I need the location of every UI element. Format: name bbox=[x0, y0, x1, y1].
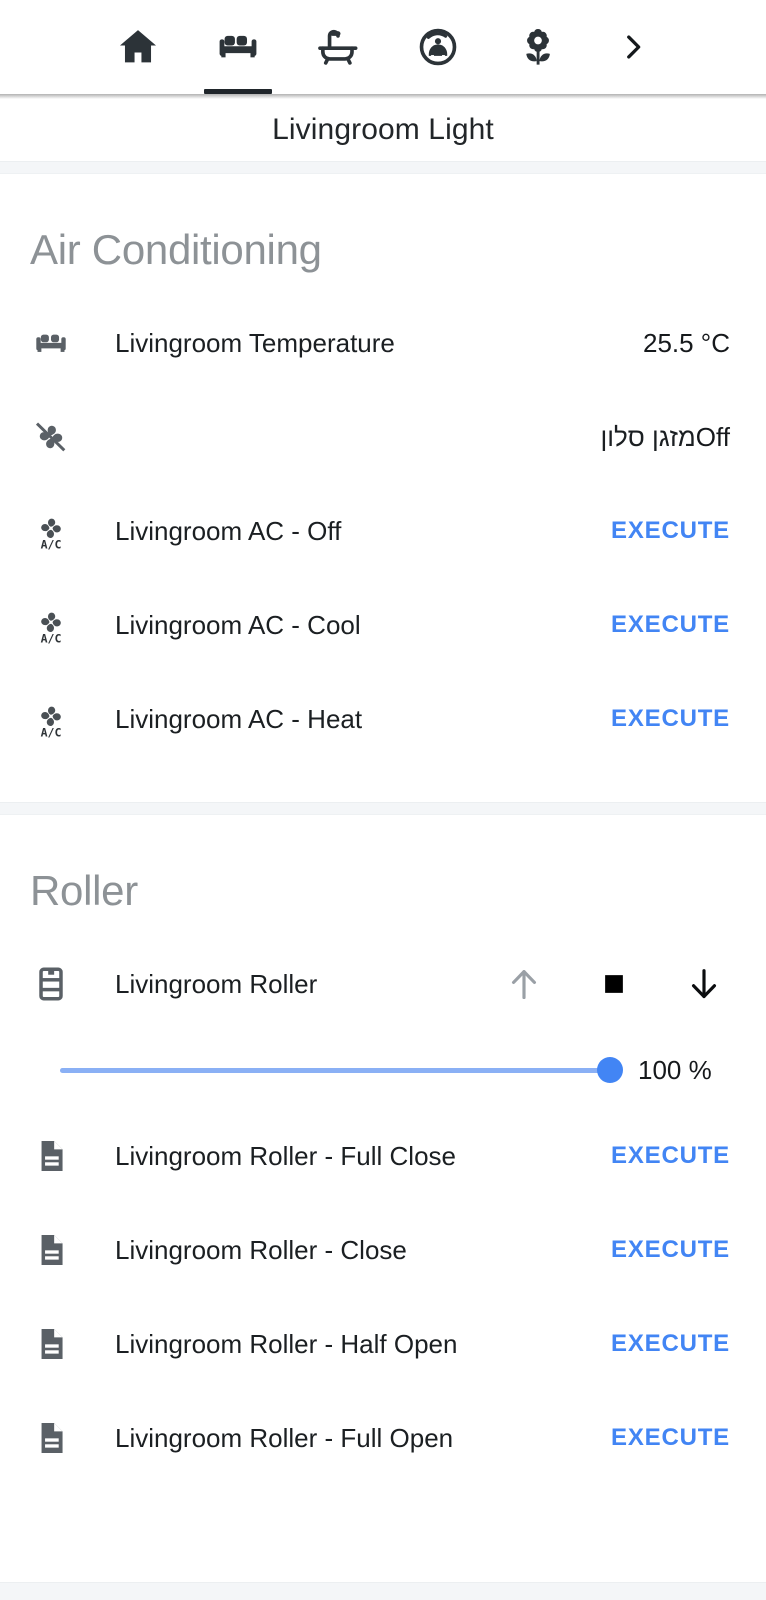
entity-row-value: 25.5 °C bbox=[642, 327, 730, 358]
script-row-roller-close[interactable]: Livingroom Roller - Close EXECUTE bbox=[0, 1203, 766, 1297]
tab-selected-indicator bbox=[204, 89, 272, 94]
entity-row-label: מזגן סלון bbox=[600, 421, 696, 452]
script-row-label: Livingroom AC - Cool bbox=[115, 609, 361, 640]
sofa-icon bbox=[30, 322, 88, 364]
tab-vacuum[interactable] bbox=[388, 0, 488, 94]
slider-value-label: 100 % bbox=[638, 1054, 712, 1085]
execute-button[interactable]: EXECUTE bbox=[611, 611, 730, 639]
cover-position-slider-row: 100 % bbox=[0, 1031, 766, 1109]
script-row-label: Livingroom AC - Heat bbox=[115, 703, 363, 734]
card-title-air-conditioning: Air Conditioning bbox=[30, 226, 322, 273]
script-row-label: Livingroom Roller - Full Close bbox=[115, 1140, 456, 1171]
section-divider-bottom bbox=[0, 1582, 766, 1600]
execute-button[interactable]: EXECUTE bbox=[611, 1142, 730, 1170]
section-divider-middle bbox=[0, 802, 766, 815]
cover-stop-button[interactable] bbox=[592, 962, 636, 1006]
cover-controls bbox=[502, 962, 730, 1006]
execute-button[interactable]: EXECUTE bbox=[611, 1330, 730, 1358]
slider-thumb[interactable] bbox=[597, 1057, 623, 1083]
flower-icon bbox=[515, 24, 561, 70]
tab-home[interactable] bbox=[88, 0, 188, 94]
ac-icon: A/C bbox=[30, 698, 88, 740]
execute-button[interactable]: EXECUTE bbox=[611, 1236, 730, 1264]
page-title: Livingroom Light bbox=[272, 113, 494, 146]
sofa-icon bbox=[215, 24, 261, 70]
bathtub-icon bbox=[315, 24, 361, 70]
script-row-label: Livingroom AC - Off bbox=[115, 515, 342, 546]
tab-garden[interactable] bbox=[488, 0, 588, 94]
entity-row-value: Off bbox=[695, 421, 730, 452]
entity-row-livingroom-temperature[interactable]: Livingroom Temperature 25.5 °C bbox=[0, 296, 766, 390]
section-divider-top bbox=[0, 161, 766, 174]
script-row-ac-off[interactable]: A/C Livingroom AC - Off EXECUTE bbox=[0, 484, 766, 578]
script-row-roller-half-open[interactable]: Livingroom Roller - Half Open EXECUTE bbox=[0, 1297, 766, 1391]
card-air-conditioning: Air Conditioning Livingroom Temperature … bbox=[0, 174, 766, 802]
cover-up-button[interactable] bbox=[502, 962, 546, 1006]
entity-row-ac-state[interactable]: מזגן סלון Off bbox=[0, 390, 766, 484]
script-icon bbox=[30, 1135, 88, 1177]
script-row-label: Livingroom Roller - Half Open bbox=[115, 1328, 458, 1359]
script-icon bbox=[30, 1323, 88, 1365]
script-row-roller-full-open[interactable]: Livingroom Roller - Full Open EXECUTE bbox=[0, 1391, 766, 1485]
tab-bathroom[interactable] bbox=[288, 0, 388, 94]
card-roller: Roller Livingroom Roller 100 % Livingroo… bbox=[0, 815, 766, 1521]
script-icon bbox=[30, 1229, 88, 1271]
entity-row-livingroom-roller[interactable]: Livingroom Roller bbox=[0, 937, 766, 1031]
cover-position-slider[interactable] bbox=[60, 1057, 623, 1083]
execute-button[interactable]: EXECUTE bbox=[611, 517, 730, 545]
ac-icon: A/C bbox=[30, 510, 88, 552]
svg-text:A/C: A/C bbox=[41, 538, 62, 552]
view-title-bar: Livingroom Light bbox=[0, 99, 766, 161]
script-row-label: Livingroom Roller - Close bbox=[115, 1234, 407, 1265]
script-row-ac-heat[interactable]: A/C Livingroom AC - Heat EXECUTE bbox=[0, 672, 766, 766]
script-row-ac-cool[interactable]: A/C Livingroom AC - Cool EXECUTE bbox=[0, 578, 766, 672]
execute-button[interactable]: EXECUTE bbox=[611, 705, 730, 733]
cover-down-button[interactable] bbox=[682, 962, 726, 1006]
robot-vacuum-icon bbox=[415, 24, 461, 70]
entity-row-label: Livingroom Roller bbox=[115, 968, 318, 999]
chevron-right-icon bbox=[616, 30, 650, 64]
entity-row-label: Livingroom Temperature bbox=[115, 327, 395, 358]
tab-livingroom[interactable] bbox=[188, 0, 288, 94]
tab-overflow-button[interactable] bbox=[588, 0, 678, 94]
svg-text:A/C: A/C bbox=[41, 726, 62, 740]
fan-off-icon bbox=[30, 416, 88, 458]
script-row-roller-full-close[interactable]: Livingroom Roller - Full Close EXECUTE bbox=[0, 1109, 766, 1203]
top-tab-bar bbox=[0, 0, 766, 94]
script-icon bbox=[30, 1417, 88, 1459]
svg-text:A/C: A/C bbox=[41, 632, 62, 646]
stop-square-icon bbox=[605, 975, 623, 993]
script-row-label: Livingroom Roller - Full Open bbox=[115, 1422, 454, 1453]
app-root: Livingroom Light Air Conditioning Living… bbox=[0, 0, 766, 1600]
roller-shade-icon bbox=[30, 963, 88, 1005]
execute-button[interactable]: EXECUTE bbox=[611, 1424, 730, 1452]
home-icon bbox=[115, 24, 161, 70]
slider-fill bbox=[60, 1067, 610, 1073]
card-title-roller: Roller bbox=[30, 867, 138, 914]
ac-icon: A/C bbox=[30, 604, 88, 646]
